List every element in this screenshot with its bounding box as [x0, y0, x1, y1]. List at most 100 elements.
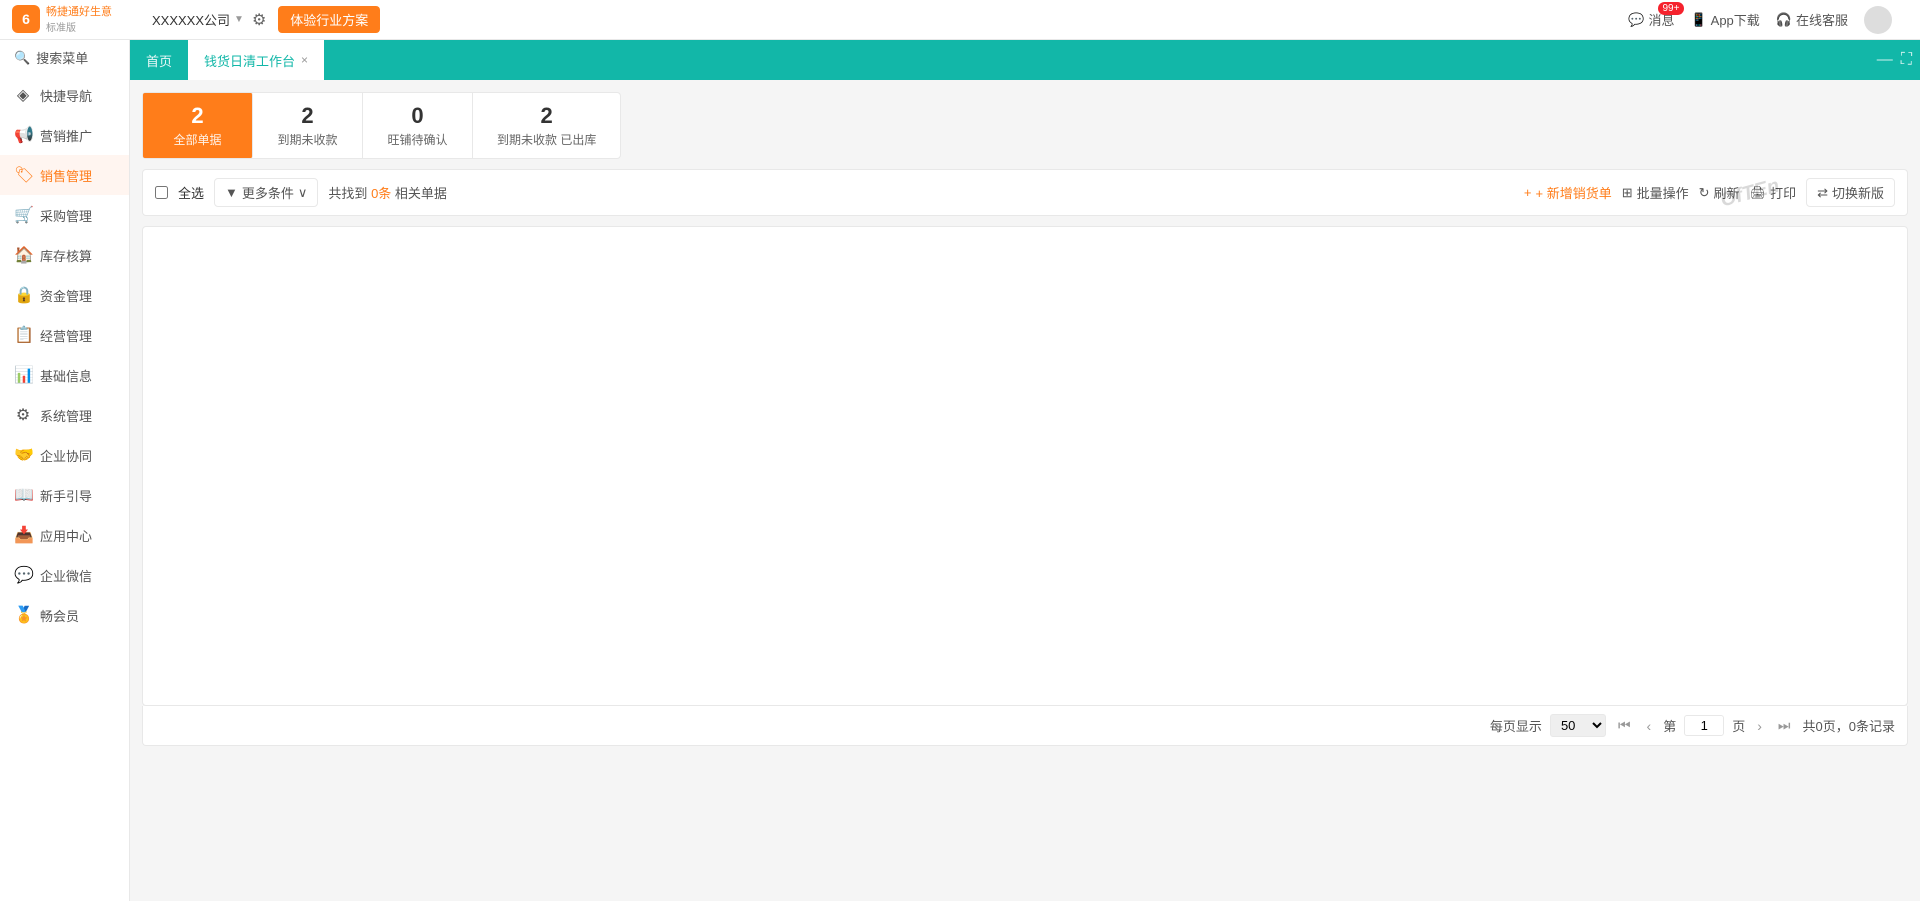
system-icon: ⚙	[14, 405, 32, 425]
company-selector[interactable]: XXXXXX公司 ▼	[152, 10, 244, 29]
company-arrow: ▼	[234, 14, 244, 25]
sidebar-item-enterprise-wechat[interactable]: 💬 企业微信	[0, 555, 129, 595]
select-all-checkbox[interactable]	[155, 186, 168, 199]
page-size-select[interactable]: 50 20 100	[1550, 714, 1606, 737]
sidebar-item-operations[interactable]: 📋 经营管理	[0, 315, 129, 355]
empty-content	[143, 227, 1907, 627]
sidebar-label-beginner: 新手引导	[40, 486, 92, 505]
header-right: 💬 消息 99+ 📱 App下载 🎧 在线客服	[1628, 6, 1908, 34]
toolbar-right: + + 新增销货单 ⊞ 批量操作 ↻ 刷新 🖨 打印 ⇄ 切换新版	[1524, 178, 1895, 207]
print-btn[interactable]: 🖨 打印	[1750, 183, 1797, 202]
sidebar-item-enterprise-coop[interactable]: 🤝 企业协同	[0, 435, 129, 475]
stats-tab-overdue-shipped[interactable]: 2 到期未收款 已出库	[473, 93, 620, 158]
sidebar-label-operations: 经营管理	[40, 326, 92, 345]
inventory-icon: 🏠	[14, 245, 32, 265]
message-icon: 💬	[1628, 12, 1644, 28]
table-area	[142, 226, 1908, 706]
first-page-btn[interactable]: ⏮	[1614, 715, 1635, 736]
tab-maximize-icon[interactable]: ⛶	[1901, 51, 1912, 69]
stats-wangpu-label: 旺铺待确认	[387, 131, 448, 148]
sidebar-item-capital[interactable]: 🔒 资金管理	[0, 275, 129, 315]
pagination: 每页显示 50 20 100 ⏮ ‹ 第 页 › ⏭ 共0页，0条记录	[142, 706, 1908, 746]
stats-overdue-shipped-label: 到期未收款 已出库	[497, 131, 596, 148]
tab-minimize-icon[interactable]: —	[1877, 51, 1893, 69]
beginner-icon: 📖	[14, 485, 32, 505]
sidebar-item-purchase-mgmt[interactable]: 🛒 采购管理	[0, 195, 129, 235]
tab-home-label: 首页	[146, 51, 172, 70]
switch-new-btn[interactable]: ⇄ 切换新版	[1806, 178, 1895, 207]
marketing-icon: 📢	[14, 125, 32, 145]
enterprise-coop-icon: 🤝	[14, 445, 32, 465]
tab-qianhuorichin[interactable]: 钱货日清工作台 ×	[188, 40, 324, 80]
sidebar-label-quick-nav: 快捷导航	[40, 86, 92, 105]
sidebar-item-inventory[interactable]: 🏠 库存核算	[0, 235, 129, 275]
sidebar-item-beginner[interactable]: 📖 新手引导	[0, 475, 129, 515]
sidebar-label-purchase: 采购管理	[40, 206, 92, 225]
member-icon: 🏅	[14, 605, 32, 625]
quick-nav-icon: ◈	[14, 85, 32, 105]
top-header: 6 畅捷通好生意 标准版 XXXXXX公司 ▼ ⚙ 体验行业方案 💬 消息 99…	[0, 0, 1920, 40]
enterprise-wechat-icon: 💬	[14, 565, 32, 585]
last-page-btn[interactable]: ⏭	[1774, 715, 1795, 736]
tab-bar-right: — ⛶	[1877, 51, 1920, 69]
page-label: 第	[1663, 716, 1676, 735]
next-page-btn[interactable]: ›	[1753, 716, 1766, 736]
stats-tab-wangpu[interactable]: 0 旺铺待确认	[363, 93, 473, 158]
tab-home[interactable]: 首页	[130, 40, 188, 80]
stats-overdue-num: 2	[277, 103, 338, 129]
sidebar-item-quick-nav[interactable]: ◈ 快捷导航	[0, 75, 129, 115]
sidebar-item-member[interactable]: 🏅 畅会员	[0, 595, 129, 635]
more-conditions-btn[interactable]: ▼ 更多条件 ∨	[214, 178, 318, 207]
download-icon: 📱	[1690, 12, 1706, 28]
purchase-icon: 🛒	[14, 205, 32, 225]
message-badge: 99+	[1658, 2, 1685, 15]
service-icon: 🎧	[1776, 12, 1792, 28]
avatar[interactable]	[1864, 6, 1892, 34]
stats-tabs: 2 全部单据 2 到期未收款 0 旺铺待确认 2 到期未收款 已出库	[142, 92, 621, 159]
stats-all-num: 2	[167, 103, 228, 129]
basic-info-icon: 📊	[14, 365, 32, 385]
filter-icon: ▼	[225, 185, 238, 200]
experience-btn[interactable]: 体验行业方案	[278, 6, 380, 33]
prev-page-btn[interactable]: ‹	[1643, 716, 1656, 736]
sidebar-item-marketing[interactable]: 📢 营销推广	[0, 115, 129, 155]
sidebar-item-sales-mgmt[interactable]: 🏷 销售管理	[0, 155, 129, 195]
app-center-icon: 📥	[14, 525, 32, 545]
sidebar-label-app-center: 应用中心	[40, 526, 92, 545]
app-download-btn[interactable]: 📱 App下载	[1690, 10, 1759, 29]
chevron-down-icon: ∨	[298, 185, 308, 201]
batch-ops-btn[interactable]: ⊞ 批量操作	[1622, 183, 1689, 202]
total-info: 共0页，0条记录	[1803, 716, 1895, 735]
settings-icon[interactable]: ⚙	[252, 10, 266, 30]
page-suffix: 页	[1732, 716, 1745, 735]
page-input[interactable]	[1684, 715, 1724, 736]
search-label: 搜索菜单	[36, 48, 88, 67]
message-btn[interactable]: 💬 消息 99+	[1628, 10, 1674, 29]
sidebar-label-basic-info: 基础信息	[40, 366, 92, 385]
add-icon: +	[1524, 185, 1532, 200]
more-conditions-label: 更多条件	[242, 183, 294, 202]
tab-qianhuorichin-label: 钱货日清工作台	[204, 51, 295, 70]
search-icon: 🔍	[14, 50, 30, 66]
found-count: 0条	[371, 186, 391, 201]
sidebar-item-basic-info[interactable]: 📊 基础信息	[0, 355, 129, 395]
switch-icon: ⇄	[1817, 185, 1828, 201]
add-sales-btn[interactable]: + + 新增销货单	[1524, 183, 1612, 202]
main-content: 2 全部单据 2 到期未收款 0 旺铺待确认 2 到期未收款 已出库 全选 ▼ …	[130, 80, 1920, 901]
sidebar-item-app-center[interactable]: 📥 应用中心	[0, 515, 129, 555]
sidebar-item-system[interactable]: ⚙ 系统管理	[0, 395, 129, 435]
sidebar-search[interactable]: 🔍 搜索菜单	[0, 40, 129, 75]
found-text: 共找到 0条 相关单据	[328, 183, 447, 202]
online-service-btn[interactable]: 🎧 在线客服	[1776, 10, 1848, 29]
refresh-btn[interactable]: ↻ 刷新	[1699, 183, 1740, 202]
stats-tab-overdue[interactable]: 2 到期未收款	[253, 93, 363, 158]
stats-tab-all[interactable]: 2 全部单据	[143, 93, 253, 158]
sales-icon: 🏷	[14, 165, 32, 185]
company-name: XXXXXX公司	[152, 10, 230, 29]
stats-overdue-label: 到期未收款	[277, 131, 338, 148]
app-sub: 标准版	[46, 19, 112, 34]
close-tab-icon[interactable]: ×	[301, 53, 308, 67]
stats-all-label: 全部单据	[167, 131, 228, 148]
batch-icon: ⊞	[1622, 185, 1633, 201]
print-icon: 🖨	[1750, 185, 1767, 201]
